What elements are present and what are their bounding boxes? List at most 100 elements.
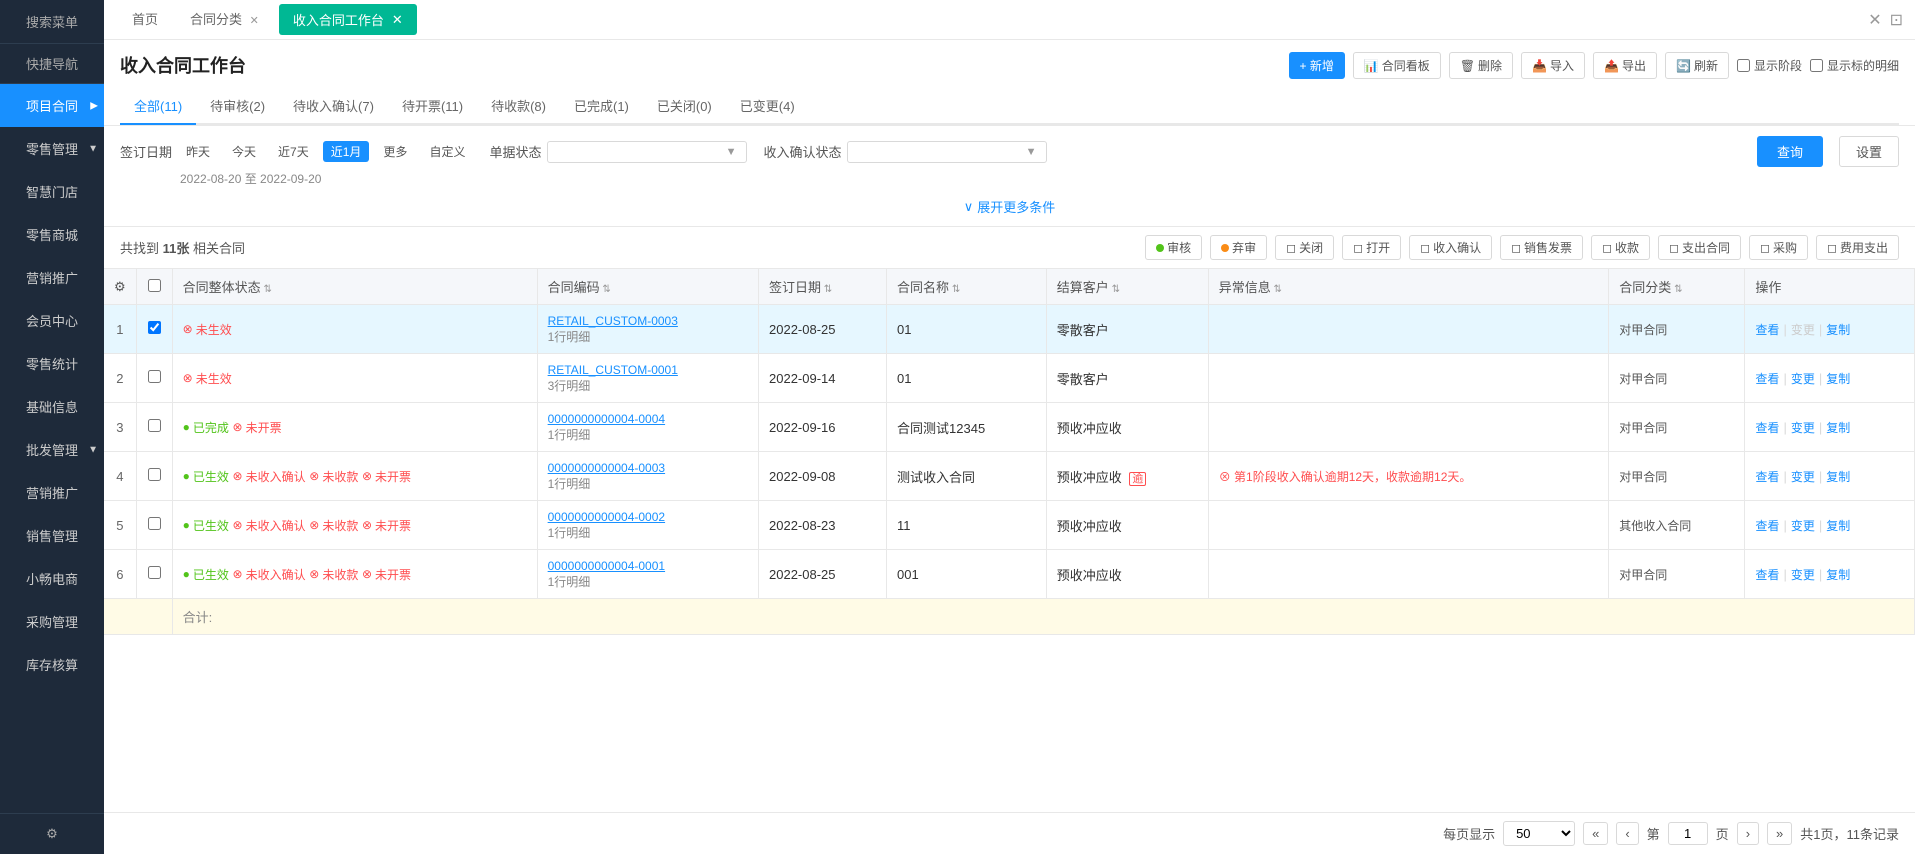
export-button[interactable]: 📤 导出 <box>1593 52 1657 79</box>
sidebar-item-retail-mall[interactable]: 零售商城 <box>0 213 104 256</box>
row-checkbox[interactable] <box>148 419 161 432</box>
action-expense-out[interactable]: ◻ 费用支出 <box>1816 235 1899 260</box>
contract-code-link[interactable]: 0000000000004-0002 <box>548 510 665 524</box>
ops-change[interactable]: 变更 <box>1791 566 1815 583</box>
action-close[interactable]: ◻ 关闭 <box>1275 235 1334 260</box>
action-open[interactable]: ◻ 打开 <box>1342 235 1401 260</box>
ops-view[interactable]: 查看 <box>1755 370 1779 387</box>
row-checkbox[interactable] <box>148 321 161 334</box>
show-detail-checkbox[interactable]: 显示标的明细 <box>1810 57 1899 74</box>
col-settings[interactable]: ⚙ <box>104 269 136 305</box>
doc-status-select[interactable]: ▼ <box>547 141 747 163</box>
row-checkbox[interactable] <box>148 517 161 530</box>
page-input[interactable] <box>1668 822 1708 845</box>
add-button[interactable]: + 新增 <box>1289 52 1345 79</box>
show-stage-checkbox[interactable]: 显示阶段 <box>1737 57 1802 74</box>
sidebar-item-project[interactable]: 项目合同 ▶ <box>0 84 104 127</box>
sidebar-search[interactable]: 搜索菜单 <box>0 0 104 44</box>
sidebar-settings[interactable]: ⚙ <box>0 813 104 854</box>
dashboard-button[interactable]: 📊 合同看板 <box>1353 52 1441 79</box>
date-btn-1month[interactable]: 近1月 <box>323 141 370 162</box>
set-button[interactable]: 设置 <box>1839 136 1899 167</box>
show-stage-input[interactable] <box>1737 59 1750 72</box>
action-review[interactable]: 审核 <box>1145 235 1202 260</box>
expand-filter-btn[interactable]: ∨ 展开更多条件 <box>964 197 1056 216</box>
first-page-btn[interactable]: « <box>1583 822 1608 845</box>
col-error-info[interactable]: 异常信息 <box>1208 269 1609 305</box>
ops-change[interactable]: 变更 <box>1791 468 1815 485</box>
action-sales-invoice[interactable]: ◻ 销售发票 <box>1500 235 1583 260</box>
ops-view[interactable]: 查看 <box>1755 468 1779 485</box>
refresh-button[interactable]: 🔄 刷新 <box>1665 52 1729 79</box>
date-btn-7days[interactable]: 近7天 <box>270 141 317 162</box>
ops-copy[interactable]: 复制 <box>1826 468 1850 485</box>
ops-copy[interactable]: 复制 <box>1826 566 1850 583</box>
per-page-select[interactable]: 50 100 200 <box>1503 821 1575 846</box>
ops-copy[interactable]: 复制 <box>1826 419 1850 436</box>
sidebar-item-ecommerce[interactable]: 小畅电商 <box>0 557 104 600</box>
contract-code-link[interactable]: RETAIL_CUSTOM-0003 <box>548 314 678 328</box>
show-detail-input[interactable] <box>1810 59 1823 72</box>
delete-button[interactable]: 🗑 删除 <box>1449 52 1513 79</box>
sidebar-item-marketing2[interactable]: 营销推广 <box>0 471 104 514</box>
ops-view[interactable]: 查看 <box>1755 419 1779 436</box>
date-btn-more[interactable]: 更多 <box>375 141 415 162</box>
sidebar-item-retail-stats[interactable]: 零售统计 <box>0 342 104 385</box>
row-checkbox-cell[interactable] <box>136 501 172 550</box>
col-sign-date[interactable]: 签订日期 <box>759 269 887 305</box>
date-btn-today[interactable]: 今天 <box>224 141 264 162</box>
tab-contract-category[interactable]: 合同分类 ✕ <box>174 1 275 38</box>
income-confirm-select[interactable]: ▼ <box>847 141 1047 163</box>
ops-view[interactable]: 查看 <box>1755 566 1779 583</box>
sidebar-item-retail-mgmt[interactable]: 零售管理 ▼ <box>0 127 104 170</box>
status-tab-all[interactable]: 全部(11) <box>120 88 196 125</box>
query-button[interactable]: 查询 <box>1757 136 1823 167</box>
tab-income-workbench[interactable]: 收入合同工作台 ✕ <box>279 4 417 35</box>
sidebar-item-wholesale[interactable]: 批发管理 ▼ <box>0 428 104 471</box>
col-contract-name[interactable]: 合同名称 <box>887 269 1047 305</box>
sidebar-item-smart-store[interactable]: 智慧门店 <box>0 170 104 213</box>
import-button[interactable]: 📥 导入 <box>1521 52 1585 79</box>
tab-home[interactable]: 首页 <box>116 1 174 38</box>
ops-view[interactable]: 查看 <box>1755 517 1779 534</box>
ops-copy[interactable]: 复制 <box>1826 370 1850 387</box>
row-checkbox-cell[interactable] <box>136 452 172 501</box>
tab-close-income-workbench[interactable]: ✕ <box>392 12 403 28</box>
row-checkbox-cell[interactable] <box>136 550 172 599</box>
row-checkbox[interactable] <box>148 566 161 579</box>
sidebar-item-purchase[interactable]: 采购管理 <box>0 600 104 643</box>
contract-code-link[interactable]: 0000000000004-0001 <box>548 559 665 573</box>
ops-change[interactable]: 变更 <box>1791 370 1815 387</box>
col-checkbox[interactable] <box>136 269 172 305</box>
prev-page-btn[interactable]: ‹ <box>1616 822 1638 845</box>
last-page-btn[interactable]: » <box>1767 822 1792 845</box>
contract-code-link[interactable]: 0000000000004-0004 <box>548 412 665 426</box>
status-tab-pending-review[interactable]: 待审核(2) <box>196 88 279 125</box>
tab-close-contract-category[interactable]: ✕ <box>250 15 259 27</box>
ops-copy[interactable]: 复制 <box>1826 517 1850 534</box>
date-btn-custom[interactable]: 自定义 <box>421 141 473 162</box>
date-btn-yesterday[interactable]: 昨天 <box>178 141 218 162</box>
win-maximize[interactable]: ⊡ <box>1890 10 1903 30</box>
sidebar-item-basic-info[interactable]: 基础信息 <box>0 385 104 428</box>
contract-code-link[interactable]: 0000000000004-0003 <box>548 461 665 475</box>
sidebar-item-marketing[interactable]: 营销推广 <box>0 256 104 299</box>
status-tab-closed[interactable]: 已关闭(0) <box>643 88 726 125</box>
action-payment[interactable]: ◻ 收款 <box>1591 235 1650 260</box>
status-tab-changed[interactable]: 已变更(4) <box>726 88 809 125</box>
sidebar-quick-nav[interactable]: 快捷导航 <box>0 44 104 84</box>
row-checkbox[interactable] <box>148 370 161 383</box>
status-tab-pending-confirm[interactable]: 待收入确认(7) <box>279 88 388 125</box>
row-checkbox-cell[interactable] <box>136 403 172 452</box>
row-checkbox-cell[interactable] <box>136 354 172 403</box>
row-checkbox-cell[interactable] <box>136 305 172 354</box>
table-scroll[interactable]: ⚙ 合同整体状态 合同编码 签订日期 合同名称 结算客户 异常信息 合同分类 操… <box>104 269 1915 812</box>
ops-copy[interactable]: 复制 <box>1826 321 1850 338</box>
next-page-btn[interactable]: › <box>1737 822 1759 845</box>
status-tab-completed[interactable]: 已完成(1) <box>560 88 643 125</box>
sidebar-item-sales-mgmt[interactable]: 销售管理 <box>0 514 104 557</box>
contract-code-link[interactable]: RETAIL_CUSTOM-0001 <box>548 363 678 377</box>
sidebar-item-member[interactable]: 会员中心 <box>0 299 104 342</box>
row-checkbox[interactable] <box>148 468 161 481</box>
action-income-confirm[interactable]: ◻ 收入确认 <box>1409 235 1492 260</box>
